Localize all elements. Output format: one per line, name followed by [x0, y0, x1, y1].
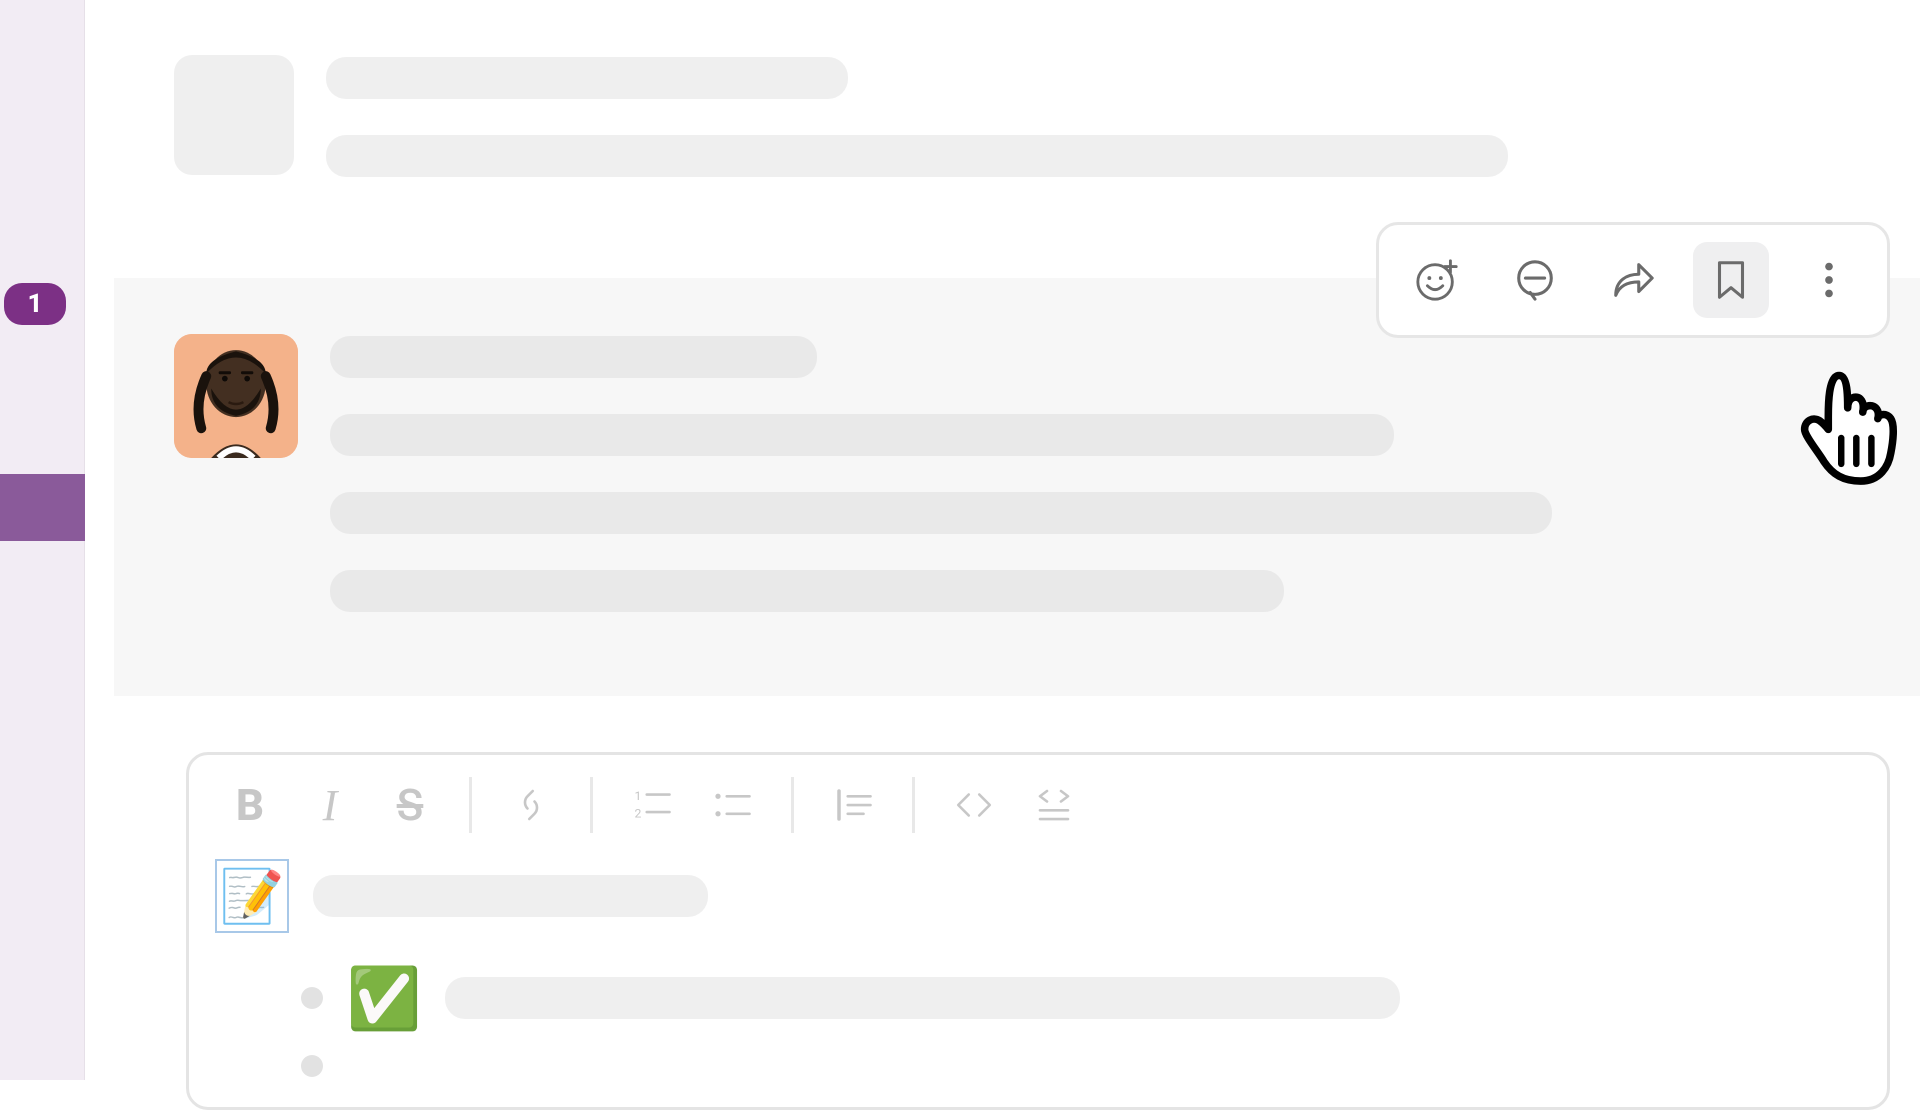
text-placeholder — [330, 570, 1284, 612]
composer-line: 📝 — [215, 859, 1861, 933]
code-icon — [953, 784, 995, 826]
text-placeholder — [330, 414, 1394, 456]
speech-bubble-icon — [1512, 257, 1558, 303]
avatar-placeholder — [174, 55, 294, 175]
toolbar-divider — [469, 777, 472, 833]
check-emoji: ✅ — [347, 961, 421, 1035]
message-hovered[interactable] — [114, 278, 1920, 696]
format-code-button[interactable] — [939, 775, 1009, 835]
composer-line — [215, 1055, 1861, 1077]
text-placeholder — [326, 57, 848, 99]
mention-badge[interactable]: 1 — [4, 283, 66, 325]
text-placeholder — [326, 135, 1508, 177]
bullet-marker — [301, 1055, 323, 1077]
mention-count: 1 — [28, 289, 43, 319]
check-emoji-glyph: ✅ — [347, 963, 422, 1034]
bullet-list-icon — [711, 784, 753, 826]
format-codeblock-button[interactable] — [1019, 775, 1089, 835]
text-placeholder — [313, 875, 708, 917]
bookmark-icon — [1708, 257, 1754, 303]
message-lines — [326, 55, 1508, 177]
pointer-cursor-overlay — [1787, 354, 1917, 494]
avatar[interactable] — [174, 334, 298, 458]
text-placeholder — [330, 336, 817, 378]
bullet-marker — [301, 987, 323, 1009]
avatar-illustration — [174, 334, 298, 458]
bookmark-button[interactable] — [1693, 242, 1769, 318]
more-vertical-icon — [1806, 257, 1852, 303]
add-reaction-button[interactable] — [1399, 242, 1475, 318]
bold-glyph: B — [236, 779, 264, 831]
format-ordered-list-button[interactable]: 1 2 — [617, 775, 687, 835]
toolbar-divider — [912, 777, 915, 833]
more-actions-button[interactable] — [1791, 242, 1867, 318]
formatting-toolbar: B I S 1 2 — [189, 755, 1887, 855]
text-placeholder — [445, 977, 1400, 1019]
channel-view: B I S 1 2 — [114, 0, 1920, 1080]
italic-glyph: I — [323, 780, 338, 831]
text-placeholder — [330, 492, 1552, 534]
thread-button[interactable] — [1497, 242, 1573, 318]
svg-text:1: 1 — [635, 789, 642, 803]
code-block-icon — [1033, 784, 1075, 826]
blockquote-icon — [832, 784, 874, 826]
format-strike-button[interactable]: S — [375, 775, 445, 835]
workspace-rail: 1 — [0, 0, 85, 1080]
composer-line: ✅ — [215, 961, 1861, 1035]
share-arrow-icon — [1610, 257, 1656, 303]
svg-text:2: 2 — [635, 806, 642, 820]
rail-selected-item[interactable] — [0, 474, 85, 541]
toolbar-divider — [590, 777, 593, 833]
link-icon — [510, 784, 552, 826]
message-row — [174, 334, 1552, 612]
format-blockquote-button[interactable] — [818, 775, 888, 835]
ordered-list-icon: 1 2 — [631, 784, 673, 826]
share-button[interactable] — [1595, 242, 1671, 318]
smile-plus-icon — [1414, 257, 1460, 303]
message-actions-toolbar — [1376, 222, 1890, 338]
format-bold-button[interactable]: B — [215, 775, 285, 835]
composer-body[interactable]: 📝 ✅ — [189, 859, 1887, 1107]
toolbar-divider — [791, 777, 794, 833]
memo-emoji-glyph: 📝 — [220, 866, 285, 927]
strike-glyph: S — [397, 779, 424, 831]
format-bullet-list-button[interactable] — [697, 775, 767, 835]
format-italic-button[interactable]: I — [295, 775, 365, 835]
memo-emoji: 📝 — [215, 859, 289, 933]
message-skeleton — [174, 55, 1508, 177]
format-link-button[interactable] — [496, 775, 566, 835]
hand-cursor-icon — [1787, 354, 1917, 494]
message-lines — [330, 334, 1552, 612]
message-composer[interactable]: B I S 1 2 — [186, 752, 1890, 1110]
